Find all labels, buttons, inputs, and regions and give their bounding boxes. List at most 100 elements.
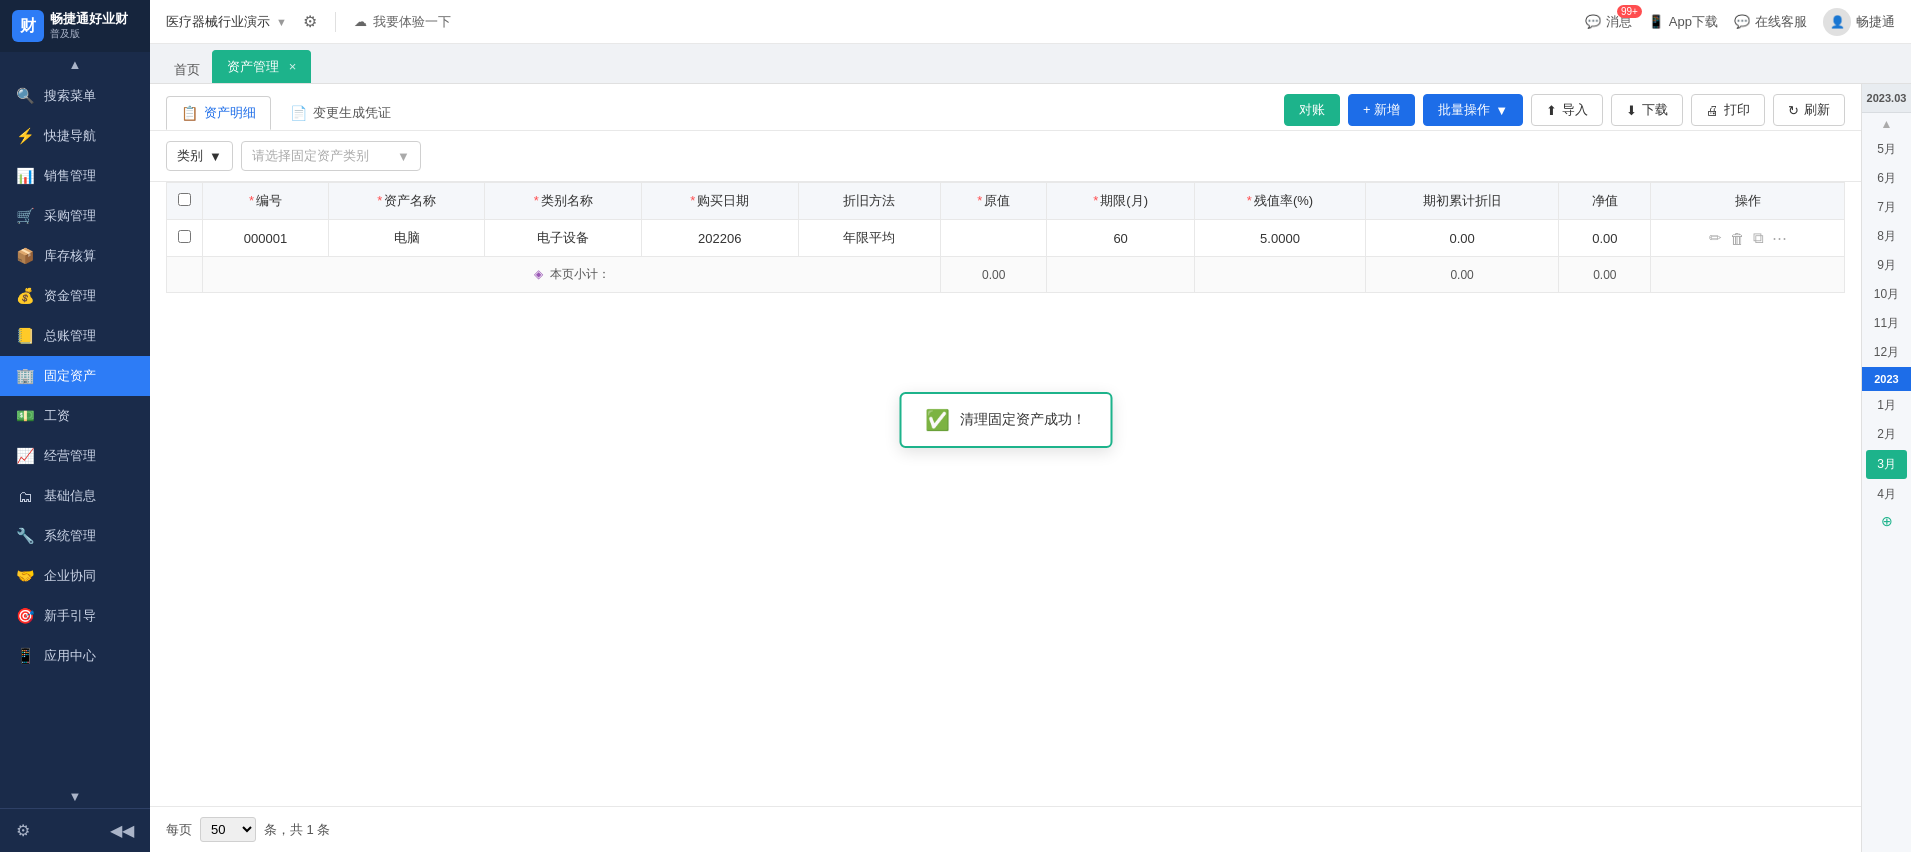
import-label: 导入 (1562, 101, 1588, 119)
sidebar-item-purchase[interactable]: 🛒 采购管理 (0, 196, 150, 236)
main-area: 医疗器械行业演示 ▼ ⚙ ☁ 我要体验一下 💬 消息 99+ 📱 App下载 💬… (150, 0, 1911, 852)
month-4[interactable]: 4月 (1862, 480, 1911, 509)
topbar-settings-icon[interactable]: ⚙ (303, 12, 317, 31)
print-button[interactable]: 🖨 打印 (1691, 94, 1765, 126)
main-and-right: 📋 资产明细 📄 变更生成凭证 对账 + 新增 批量操作 ▼ ⬆ (150, 84, 1911, 852)
sidebar-logo: 财 畅捷通好业财 普及版 (0, 0, 150, 52)
month-1[interactable]: 1月 (1862, 391, 1911, 420)
tab-close-btn[interactable]: × (289, 59, 297, 74)
home-tab[interactable]: 首页 (166, 57, 208, 83)
import-button[interactable]: ⬆ 导入 (1531, 94, 1603, 126)
new-button[interactable]: + 新增 (1348, 94, 1415, 126)
change-voucher-tab-label: 变更生成凭证 (313, 104, 391, 122)
row-net: 0.00 (1559, 220, 1651, 257)
sidebar-item-basic-info[interactable]: 🗂 基础信息 (0, 476, 150, 516)
batch-button[interactable]: 批量操作 ▼ (1423, 94, 1523, 126)
page-size-select[interactable]: 50 100 200 (200, 817, 256, 842)
sidebar-item-cooperation[interactable]: 🤝 企业协同 (0, 556, 150, 596)
sidebar-item-payroll[interactable]: 💵 工资 (0, 396, 150, 436)
row-method: 年限平均 (798, 220, 941, 257)
success-message: 清理固定资产成功！ (960, 411, 1086, 429)
month-11-prev[interactable]: 11月 (1862, 309, 1911, 338)
sidebar-bottom: ⚙ ◀◀ (0, 808, 150, 852)
copy-icon[interactable]: ⧉ (1753, 229, 1764, 247)
month-6-prev[interactable]: 6月 (1862, 164, 1911, 193)
cloud-icon: ☁ (354, 14, 367, 29)
row-checkbox[interactable] (178, 230, 191, 243)
sidebar-item-purchase-label: 采购管理 (44, 207, 96, 225)
sidebar-item-sales-label: 销售管理 (44, 167, 96, 185)
asset-management-tab[interactable]: 资产管理 × (212, 50, 311, 83)
settings-icon[interactable]: ⚙ (16, 821, 30, 840)
month-3-current[interactable]: 3月 (1866, 450, 1907, 479)
experience-label: 我要体验一下 (373, 13, 451, 31)
refresh-button[interactable]: ↻ 刷新 (1773, 94, 1845, 126)
category-value-filter[interactable]: 请选择固定资产类别 ▼ (241, 141, 421, 171)
user-name: 畅捷通 (1856, 13, 1895, 31)
success-popup: ✅ 清理固定资产成功！ (899, 392, 1112, 448)
sidebar-menu: 🔍 搜索菜单 ⚡ 快捷导航 📊 销售管理 🛒 采购管理 📦 库存核算 💰 资金管… (0, 76, 150, 784)
sidebar-item-search[interactable]: 🔍 搜索菜单 (0, 76, 150, 116)
sidebar-item-ledger[interactable]: 📒 总账管理 (0, 316, 150, 356)
col-header-category: *类别名称 (485, 183, 642, 220)
subtotal-row: ◈ 本页小计： 0.00 0.00 0.00 (167, 257, 1845, 293)
right-panel-expand-icon[interactable]: ⊕ (1862, 509, 1911, 533)
month-8-prev[interactable]: 8月 (1862, 222, 1911, 251)
sidebar-item-fund[interactable]: 💰 资金管理 (0, 276, 150, 316)
sidebar-item-guide[interactable]: 🎯 新手引导 (0, 596, 150, 636)
more-icon[interactable]: ⋯ (1772, 229, 1787, 247)
tab-change-voucher[interactable]: 📄 变更生成凭证 (275, 96, 406, 129)
download-button[interactable]: ⬇ 下载 (1611, 94, 1683, 126)
category-filter[interactable]: 类别 ▼ (166, 141, 233, 171)
app-download-label: App下载 (1669, 13, 1718, 31)
row-value (941, 220, 1047, 257)
sidebar-item-basic-info-label: 基础信息 (44, 487, 96, 505)
sidebar-item-quicknav[interactable]: ⚡ 快捷导航 (0, 116, 150, 156)
online-service-label: 在线客服 (1755, 13, 1807, 31)
row-checkbox-cell[interactable] (167, 220, 203, 257)
sidebar-item-system[interactable]: 🔧 系统管理 (0, 516, 150, 556)
month-7-prev[interactable]: 7月 (1862, 193, 1911, 222)
sidebar: 财 畅捷通好业财 普及版 ▲ 🔍 搜索菜单 ⚡ 快捷导航 📊 销售管理 🛒 采购… (0, 0, 150, 852)
system-icon: 🔧 (16, 527, 34, 545)
sidebar-scroll-down[interactable]: ▼ (0, 784, 150, 808)
subtotal-empty-residual (1195, 257, 1366, 293)
fixed-assets-icon: 🏢 (16, 367, 34, 385)
refresh-icon: ↻ (1788, 103, 1799, 118)
company-selector[interactable]: 医疗器械行业演示 ▼ (166, 13, 287, 31)
month-5-prev[interactable]: 5月 (1862, 135, 1911, 164)
reconcile-button[interactable]: 对账 (1284, 94, 1340, 126)
month-12-prev[interactable]: 12月 (1862, 338, 1911, 367)
sidebar-item-sales[interactable]: 📊 销售管理 (0, 156, 150, 196)
download-icon: ⬇ (1626, 103, 1637, 118)
sidebar-scroll-up[interactable]: ▲ (0, 52, 150, 76)
experience-btn[interactable]: ☁ 我要体验一下 (354, 13, 451, 31)
row-name: 电脑 (328, 220, 485, 257)
sidebar-item-operations[interactable]: 📈 经营管理 (0, 436, 150, 476)
collapse-icon[interactable]: ◀◀ (110, 821, 134, 840)
sidebar-item-fixed-assets[interactable]: 🏢 固定资产 (0, 356, 150, 396)
message-btn[interactable]: 💬 消息 99+ (1585, 13, 1632, 31)
inventory-icon: 📦 (16, 247, 34, 265)
select-all-header[interactable] (167, 183, 203, 220)
month-9-prev[interactable]: 9月 (1862, 251, 1911, 280)
month-2[interactable]: 2月 (1862, 420, 1911, 449)
topbar-divider (335, 12, 336, 32)
sidebar-item-app-center[interactable]: 📱 应用中心 (0, 636, 150, 676)
edit-icon[interactable]: ✏ (1709, 229, 1722, 247)
col-header-period: *期限(月) (1047, 183, 1195, 220)
table-header-row: *编号 *资产名称 *类别名称 *购买日期 折旧方法 *原值 *期限(月) *残… (167, 183, 1845, 220)
sidebar-item-inventory[interactable]: 📦 库存核算 (0, 236, 150, 276)
quicknav-icon: ⚡ (16, 127, 34, 145)
delete-icon[interactable]: 🗑 (1730, 230, 1745, 247)
sidebar-item-quicknav-label: 快捷导航 (44, 127, 96, 145)
right-panel-up-arrow[interactable]: ▲ (1862, 113, 1911, 135)
col-header-action: 操作 (1651, 183, 1845, 220)
tab-asset-detail[interactable]: 📋 资产明细 (166, 96, 271, 130)
app-download-btn[interactable]: 📱 App下载 (1648, 13, 1718, 31)
select-all-checkbox[interactable] (178, 193, 191, 206)
month-10-prev[interactable]: 10月 (1862, 280, 1911, 309)
online-service-btn[interactable]: 💬 在线客服 (1734, 13, 1807, 31)
page-size-label: 每页 (166, 821, 192, 839)
user-avatar-btn[interactable]: 👤 畅捷通 (1823, 8, 1895, 36)
